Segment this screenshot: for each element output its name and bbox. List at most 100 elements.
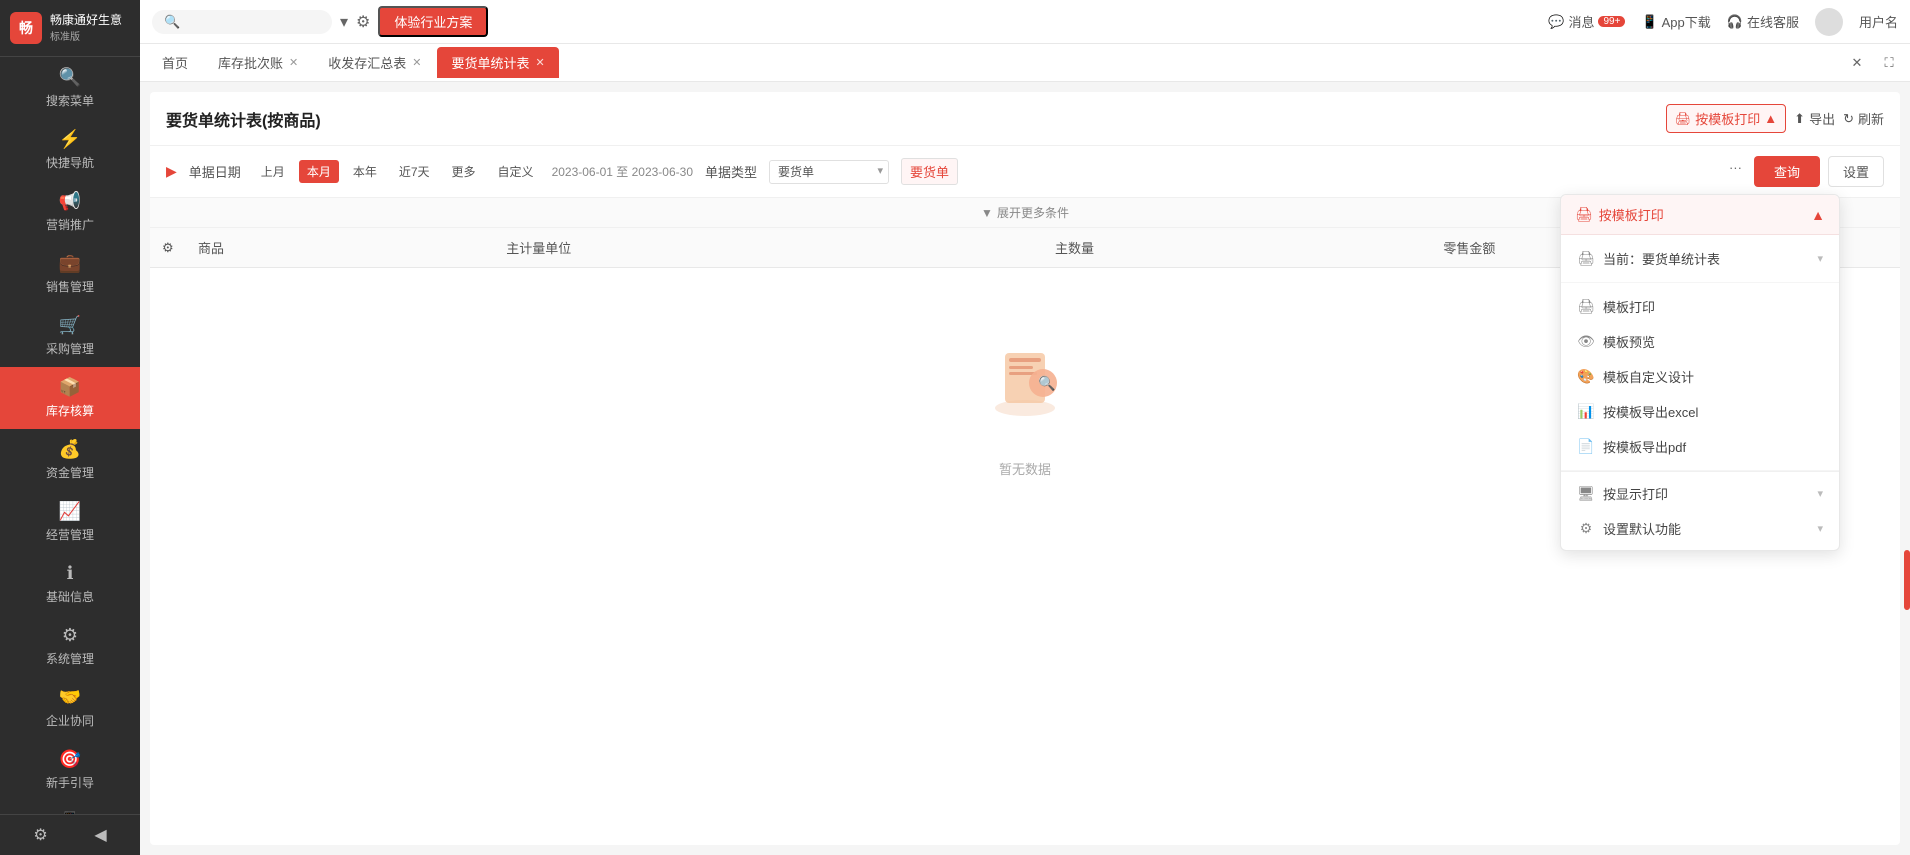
sidebar-item-quick-nav-label: 快捷导航 bbox=[46, 154, 94, 171]
app-download-button[interactable]: 📱 App下载 bbox=[1641, 12, 1710, 31]
quick-nav-icon: ⚡ bbox=[59, 129, 81, 150]
sidebar-item-system[interactable]: ⚙ 系统管理 bbox=[0, 615, 140, 677]
collapse-btn[interactable]: ◀ bbox=[94, 825, 106, 845]
settings-button[interactable]: 设置 bbox=[1828, 156, 1884, 187]
user-avatar[interactable] bbox=[1815, 8, 1843, 36]
tab-order-stats-close[interactable]: ✕ bbox=[536, 56, 545, 69]
dropdown-item-export-excel[interactable]: 📊 按模板导出excel bbox=[1561, 394, 1839, 429]
date-btn-more[interactable]: 更多 bbox=[444, 160, 484, 183]
sidebar-item-inventory-label: 库存核算 bbox=[46, 402, 94, 419]
date-btn-this-year[interactable]: 本年 bbox=[345, 160, 385, 183]
query-buttons: ··· 查询 设置 bbox=[1725, 156, 1884, 187]
sidebar-item-quick-nav[interactable]: ⚡ 快捷导航 bbox=[0, 119, 140, 181]
app-download-label: App下载 bbox=[1662, 12, 1711, 31]
display-print-icon: 🖥 bbox=[1577, 485, 1595, 502]
tab-inventory-batch[interactable]: 库存批次账 ✕ bbox=[204, 47, 312, 78]
date-range-display: 2023-06-01 至 2023-06-30 bbox=[552, 163, 693, 180]
dropdown-item-template-design[interactable]: 🎨 模板自定义设计 bbox=[1561, 359, 1839, 394]
messages-icon: 💬 bbox=[1548, 14, 1564, 30]
tab-inventory-batch-close[interactable]: ✕ bbox=[289, 56, 298, 69]
tab-collection-summary-label: 收发存汇总表 bbox=[328, 53, 406, 72]
sidebar-item-sales-label: 销售管理 bbox=[46, 278, 94, 295]
col-settings-header[interactable]: ⚙ bbox=[150, 228, 186, 268]
sidebar-item-basic-info[interactable]: ℹ 基础信息 bbox=[0, 553, 140, 615]
dropdown-item-export-excel-label: 按模板导出excel bbox=[1603, 402, 1698, 421]
sidebar-item-inventory[interactable]: 📦 库存核算 bbox=[0, 367, 140, 429]
topbar-settings-icon[interactable]: ▾ bbox=[340, 12, 348, 32]
col-unit-header: 主计量单位 bbox=[494, 228, 1043, 268]
tab-home[interactable]: 首页 bbox=[148, 47, 202, 78]
dropdown-item-template-print-label: 模板打印 bbox=[1603, 297, 1655, 316]
inventory-icon: 📦 bbox=[59, 377, 81, 398]
sidebar-item-purchase[interactable]: 🛒 采购管理 bbox=[0, 305, 140, 367]
tab-order-stats[interactable]: 要货单统计表 ✕ bbox=[437, 47, 558, 78]
sidebar-bottom: ⚙ ◀ bbox=[0, 814, 140, 855]
sales-icon: 💼 bbox=[59, 253, 81, 274]
template-print-arrow: ▲ bbox=[1764, 111, 1777, 126]
sidebar-item-finance-label: 资金管理 bbox=[46, 464, 94, 481]
template-print-button[interactable]: 🖨 按模板打印 ▲ bbox=[1666, 104, 1786, 133]
enterprise-icon: 🤝 bbox=[59, 687, 81, 708]
search-icon: 🔍 bbox=[59, 67, 81, 88]
more-options-btn[interactable]: ··· bbox=[1725, 156, 1746, 187]
online-service-button[interactable]: 🎧 在线客服 bbox=[1727, 12, 1799, 31]
topbar-search-box[interactable]: 🔍 bbox=[152, 10, 332, 34]
sidebar-item-finance[interactable]: 💰 资金管理 bbox=[0, 429, 140, 491]
sidebar-item-marketing-label: 营销推广 bbox=[46, 216, 94, 233]
sidebar-item-newbie-label: 新手引导 bbox=[46, 774, 94, 791]
export-label: 导出 bbox=[1809, 109, 1835, 128]
default-func-label: 设置默认功能 bbox=[1603, 519, 1681, 538]
date-btn-last-month[interactable]: 上月 bbox=[253, 160, 293, 183]
dropdown-default-func-item[interactable]: ⚙ 设置默认功能 ▾ bbox=[1561, 511, 1839, 546]
dropdown-item-template-print[interactable]: 🖨 模板打印 bbox=[1561, 289, 1839, 324]
tabs-right: ✕ ⛶ bbox=[1844, 50, 1902, 76]
type-select[interactable]: 要货单 bbox=[769, 160, 889, 184]
dropdown-close-btn[interactable]: ▲ bbox=[1811, 207, 1825, 223]
tab-expand-btn[interactable]: ⛶ bbox=[1876, 50, 1902, 76]
finance-icon: 💰 bbox=[59, 439, 81, 460]
sidebar-nav: 🔍 搜索菜单 ⚡ 快捷导航 📢 营销推广 💼 销售管理 🛒 采购管理 📦 库存核… bbox=[0, 57, 140, 814]
dropdown-display-print-item[interactable]: 🖥 按显示打印 ▾ bbox=[1561, 476, 1839, 511]
tab-collection-summary[interactable]: 收发存汇总表 ✕ bbox=[314, 47, 435, 78]
topbar-gear-icon[interactable]: ⚙ bbox=[356, 12, 370, 32]
type-filter-label: 单据类型 bbox=[705, 162, 757, 181]
empty-text: 暂无数据 bbox=[999, 459, 1051, 478]
scrollbar-thumb[interactable] bbox=[1904, 550, 1910, 610]
sidebar-item-app-center[interactable]: 📱 应用中心 bbox=[0, 801, 140, 814]
template-print-icon: 🖨 bbox=[1577, 298, 1595, 315]
dropdown-current-item[interactable]: 🖨 当前：要货单统计表 ▾ bbox=[1561, 241, 1839, 276]
sidebar-item-enterprise[interactable]: 🤝 企业协同 bbox=[0, 677, 140, 739]
date-btn-custom[interactable]: 自定义 bbox=[490, 160, 542, 183]
sidebar-item-marketing[interactable]: 📢 营销推广 bbox=[0, 181, 140, 243]
sidebar-item-newbie[interactable]: 🎯 新手引导 bbox=[0, 739, 140, 801]
tab-collection-summary-close[interactable]: ✕ bbox=[412, 56, 421, 69]
trial-button[interactable]: 体验行业方案 bbox=[378, 6, 488, 37]
sidebar-item-sales[interactable]: 💼 销售管理 bbox=[0, 243, 140, 305]
tab-close-all-btn[interactable]: ✕ bbox=[1844, 50, 1870, 76]
page-header: 要货单统计表(按商品) 🖨 按模板打印 ▲ ⬆ 导出 ↻ 刷新 bbox=[150, 92, 1900, 146]
app-logo: 畅 畅康通好生意 标准版 bbox=[0, 0, 140, 57]
expand-more-button[interactable]: ▼ 展开更多条件 bbox=[981, 204, 1069, 221]
query-button[interactable]: 查询 bbox=[1754, 156, 1820, 187]
sidebar-item-system-label: 系统管理 bbox=[46, 650, 94, 667]
template-print-dropdown: 🖨 按模板打印 ▲ 🖨 当前：要货单统计表 ▾ 🖨 模板打印 bbox=[1560, 194, 1840, 551]
sidebar-item-search[interactable]: 🔍 搜索菜单 bbox=[0, 57, 140, 119]
dropdown-item-export-pdf[interactable]: 📄 按模板导出pdf bbox=[1561, 429, 1839, 464]
svg-text:🔍: 🔍 bbox=[1038, 374, 1055, 392]
date-btn-this-month[interactable]: 本月 bbox=[299, 160, 339, 183]
dropdown-current-section: 🖨 当前：要货单统计表 ▾ bbox=[1561, 235, 1839, 283]
col-product-header: 商品 bbox=[186, 228, 494, 268]
export-excel-icon: 📊 bbox=[1577, 403, 1595, 420]
filter-expand-arrow[interactable]: ▶ bbox=[166, 163, 177, 180]
sidebar-item-operations[interactable]: 📈 经营管理 bbox=[0, 491, 140, 553]
export-button[interactable]: ⬆ 导出 bbox=[1794, 109, 1835, 128]
username: 用户名 bbox=[1859, 12, 1898, 31]
messages-button[interactable]: 💬 消息 99+ bbox=[1548, 12, 1625, 31]
topbar-search-input[interactable] bbox=[186, 15, 306, 29]
refresh-button[interactable]: ↻ 刷新 bbox=[1843, 109, 1884, 128]
app-badge: 标准版 bbox=[50, 28, 122, 43]
date-btn-7days[interactable]: 近7天 bbox=[391, 160, 438, 183]
dropdown-item-template-preview[interactable]: 👁 模板预览 bbox=[1561, 324, 1839, 359]
settings-bottom-btn[interactable]: ⚙ bbox=[33, 825, 47, 845]
empty-icon: 🔍 bbox=[975, 328, 1075, 447]
